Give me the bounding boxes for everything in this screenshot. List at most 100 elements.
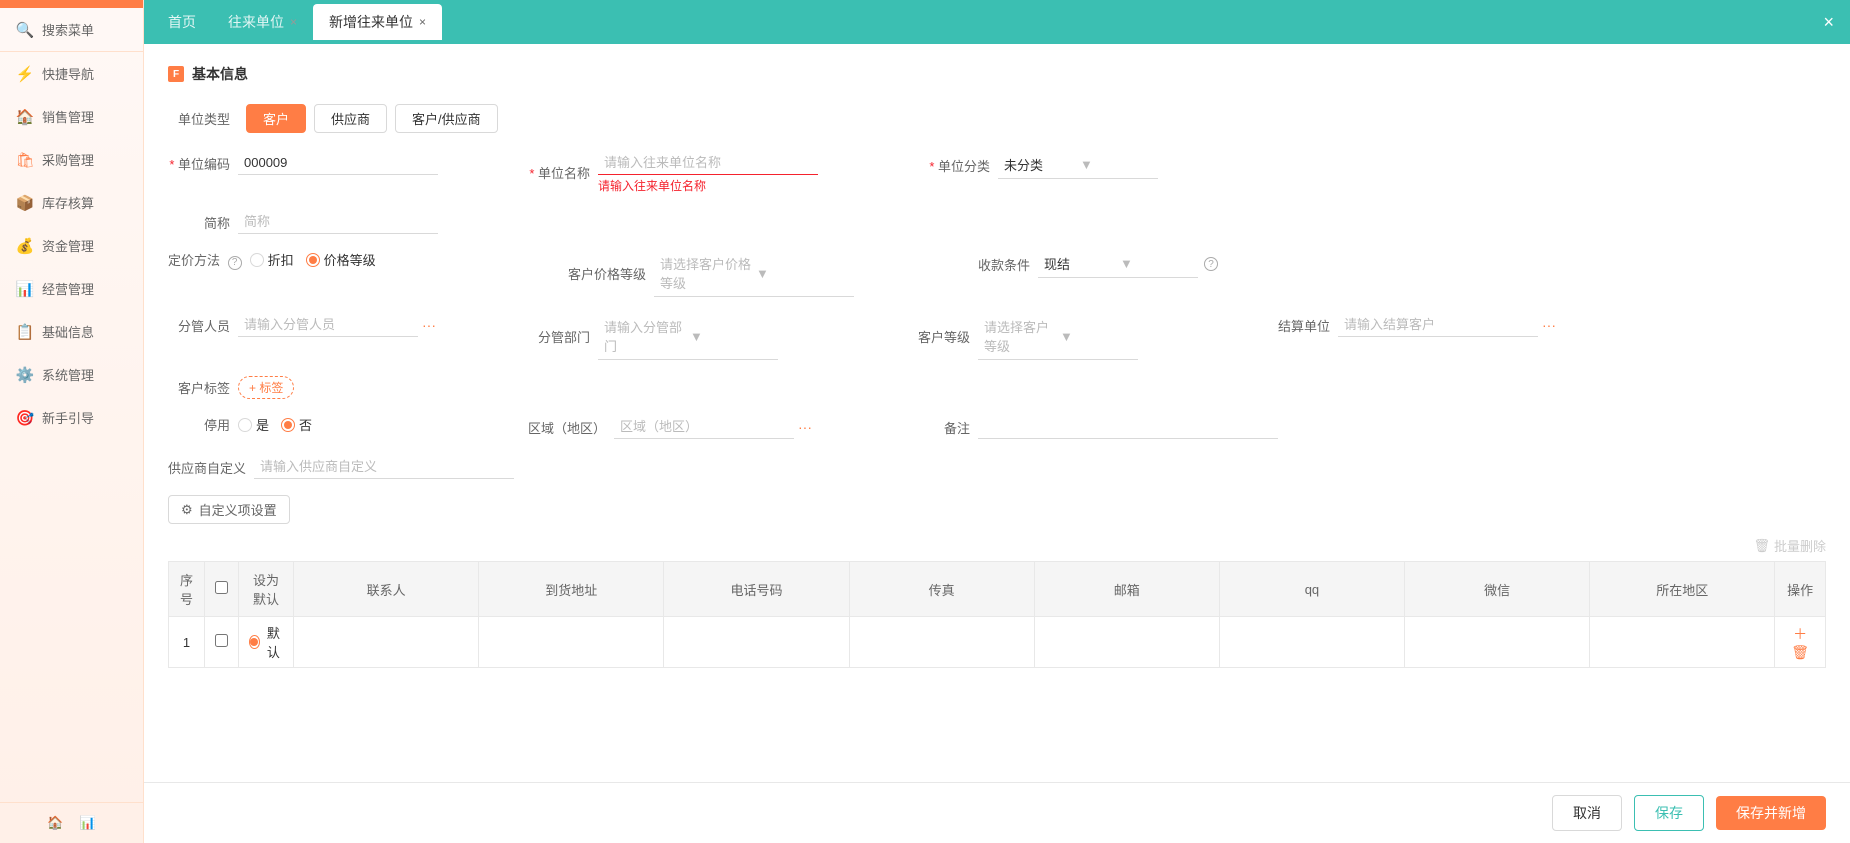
col-wechat: 微信 bbox=[1405, 562, 1590, 617]
disabled-yes-option[interactable]: 是 bbox=[238, 415, 269, 434]
disabled-no-radio[interactable] bbox=[281, 418, 295, 432]
pricing-discount-radio[interactable] bbox=[250, 253, 264, 267]
region-input[interactable] bbox=[614, 415, 794, 439]
fax-input[interactable] bbox=[860, 631, 1024, 654]
sidebar-item-inventory[interactable]: 📦 库存核算 bbox=[0, 181, 143, 224]
customer-price-label: 客户价格等级 bbox=[568, 264, 654, 283]
department-placeholder: 请输入分管部门 bbox=[604, 317, 686, 355]
region-more-btn[interactable]: ··· bbox=[794, 419, 816, 435]
chart-bottom-icon[interactable]: 📊 bbox=[80, 815, 96, 831]
pricing-help-icon[interactable]: ? bbox=[228, 256, 242, 270]
tabbar-close-all[interactable]: × bbox=[1815, 12, 1842, 33]
settlement-input[interactable] bbox=[1338, 313, 1538, 337]
batch-delete-label[interactable]: 批量删除 bbox=[1774, 536, 1826, 555]
col-qq: qq bbox=[1219, 562, 1404, 617]
unit-name-error: 请输入往来单位名称 bbox=[598, 177, 888, 194]
sidebar-inventory-label: 库存核算 bbox=[42, 193, 94, 212]
row-default-label: 默认 bbox=[264, 623, 283, 661]
row-delete-btn[interactable]: 🗑 bbox=[1787, 644, 1813, 661]
sidebar-item-operations[interactable]: 📊 经营管理 bbox=[0, 267, 143, 310]
row-wechat[interactable] bbox=[1405, 617, 1590, 668]
department-select[interactable]: 请输入分管部门 ▼ bbox=[598, 313, 778, 360]
sidebar-item-quick-nav[interactable]: ⚡ 快捷导航 bbox=[0, 52, 143, 95]
form-row-5: 客户标签 + 标签 bbox=[168, 376, 1826, 399]
row-checkbox[interactable] bbox=[215, 634, 228, 647]
save-new-button[interactable]: 保存并新增 bbox=[1716, 796, 1826, 830]
customer-price-select[interactable]: 请选择客户价格等级 ▼ bbox=[654, 250, 854, 297]
sidebar-sales-label: 销售管理 bbox=[42, 107, 94, 126]
disabled-no-option[interactable]: 否 bbox=[281, 415, 312, 434]
unit-type-customer-btn[interactable]: 客户 bbox=[246, 104, 306, 133]
qq-input[interactable] bbox=[1230, 631, 1394, 654]
customer-price-field: 客户价格等级 请选择客户价格等级 ▼ bbox=[568, 250, 928, 297]
phone-input[interactable] bbox=[674, 631, 838, 654]
tab-partners-close[interactable]: × bbox=[290, 15, 297, 29]
customer-level-select[interactable]: 请选择客户等级 ▼ bbox=[978, 313, 1138, 360]
row-qq[interactable] bbox=[1219, 617, 1404, 668]
sidebar-operations-label: 经营管理 bbox=[42, 279, 94, 298]
sidebar-item-system[interactable]: ⚙️ 系统管理 bbox=[0, 353, 143, 396]
pricing-level-radio[interactable] bbox=[306, 253, 320, 267]
sidebar-item-guide[interactable]: 🎯 新手引导 bbox=[0, 396, 143, 439]
manager-field: 分管人员 ··· bbox=[168, 313, 488, 337]
tab-home[interactable]: 首页 bbox=[152, 4, 212, 40]
sidebar-item-search[interactable]: 🔍 搜索菜单 bbox=[0, 8, 143, 52]
manager-label: 分管人员 bbox=[168, 316, 238, 335]
manager-more-btn[interactable]: ··· bbox=[418, 317, 440, 333]
row-default-radio[interactable] bbox=[249, 635, 260, 649]
sidebar-item-purchase[interactable]: 🛍 采购管理 bbox=[0, 138, 143, 181]
row-email[interactable] bbox=[1034, 617, 1219, 668]
unit-code-input[interactable] bbox=[238, 151, 438, 175]
tab-new-partner-close[interactable]: × bbox=[419, 15, 426, 29]
row-seq: 1 bbox=[169, 617, 205, 668]
short-name-input[interactable] bbox=[238, 210, 438, 234]
sidebar-item-basic[interactable]: 📋 基础信息 bbox=[0, 310, 143, 353]
select-all-checkbox[interactable] bbox=[215, 581, 228, 594]
unit-type-both-btn[interactable]: 客户/供应商 bbox=[395, 104, 498, 133]
unit-category-select[interactable]: 未分类 ▼ bbox=[998, 151, 1158, 179]
row-default-radio-option[interactable]: 默认 bbox=[249, 623, 283, 661]
supplier-custom-input[interactable] bbox=[254, 455, 514, 479]
tabbar: 首页 往来单位 × 新增往来单位 × × bbox=[144, 0, 1850, 44]
disabled-yes-label: 是 bbox=[256, 415, 269, 434]
custom-settings-button[interactable]: ⚙ 自定义项设置 bbox=[168, 495, 290, 524]
payment-field: 收款条件 现结 ▼ ? bbox=[968, 250, 1288, 278]
row-phone[interactable] bbox=[664, 617, 849, 668]
row-region[interactable] bbox=[1590, 617, 1775, 668]
contact-input[interactable] bbox=[304, 631, 468, 654]
row-add-btn[interactable]: ＋ bbox=[1789, 624, 1811, 644]
email-input[interactable] bbox=[1045, 631, 1209, 654]
pricing-level-option[interactable]: 价格等级 bbox=[306, 250, 376, 269]
form-row-6: 停用 是 否 区域（地区） ··· 备注 bbox=[168, 415, 1826, 439]
pricing-discount-option[interactable]: 折扣 bbox=[250, 250, 294, 269]
sidebar-item-finance[interactable]: 💰 资金管理 bbox=[0, 224, 143, 267]
disabled-yes-radio[interactable] bbox=[238, 418, 252, 432]
remark-input[interactable] bbox=[978, 415, 1278, 439]
disabled-no-label: 否 bbox=[299, 415, 312, 434]
unit-type-supplier-btn[interactable]: 供应商 bbox=[314, 104, 387, 133]
row-contact[interactable] bbox=[294, 617, 479, 668]
customer-level-label: 客户等级 bbox=[908, 327, 978, 346]
home-bottom-icon[interactable]: 🏠 bbox=[47, 815, 63, 831]
customer-level-arrow: ▼ bbox=[1060, 329, 1132, 344]
payment-select[interactable]: 现结 ▼ bbox=[1038, 250, 1198, 278]
sidebar-item-sales[interactable]: 🏠 销售管理 bbox=[0, 95, 143, 138]
region-table-input[interactable] bbox=[1600, 631, 1764, 654]
sidebar-search-label: 搜索菜单 bbox=[42, 20, 94, 39]
manager-input[interactable] bbox=[238, 313, 418, 337]
tag-add-button[interactable]: + 标签 bbox=[238, 376, 294, 399]
payment-help-icon[interactable]: ? bbox=[1204, 257, 1218, 271]
cancel-button[interactable]: 取消 bbox=[1552, 795, 1622, 831]
wechat-input[interactable] bbox=[1415, 631, 1579, 654]
row-fax[interactable] bbox=[849, 617, 1034, 668]
tab-partners[interactable]: 往来单位 × bbox=[212, 4, 313, 40]
tab-new-partner[interactable]: 新增往来单位 × bbox=[313, 4, 442, 40]
supplier-custom-field: 供应商自定义 bbox=[168, 455, 568, 479]
col-email: 邮箱 bbox=[1034, 562, 1219, 617]
batch-delete-icon[interactable]: 🗑 bbox=[1753, 538, 1770, 554]
save-button[interactable]: 保存 bbox=[1634, 795, 1704, 831]
unit-name-input[interactable] bbox=[598, 151, 818, 175]
row-address[interactable] bbox=[479, 617, 664, 668]
settlement-more-btn[interactable]: ··· bbox=[1538, 317, 1560, 333]
address-input[interactable] bbox=[489, 631, 653, 654]
